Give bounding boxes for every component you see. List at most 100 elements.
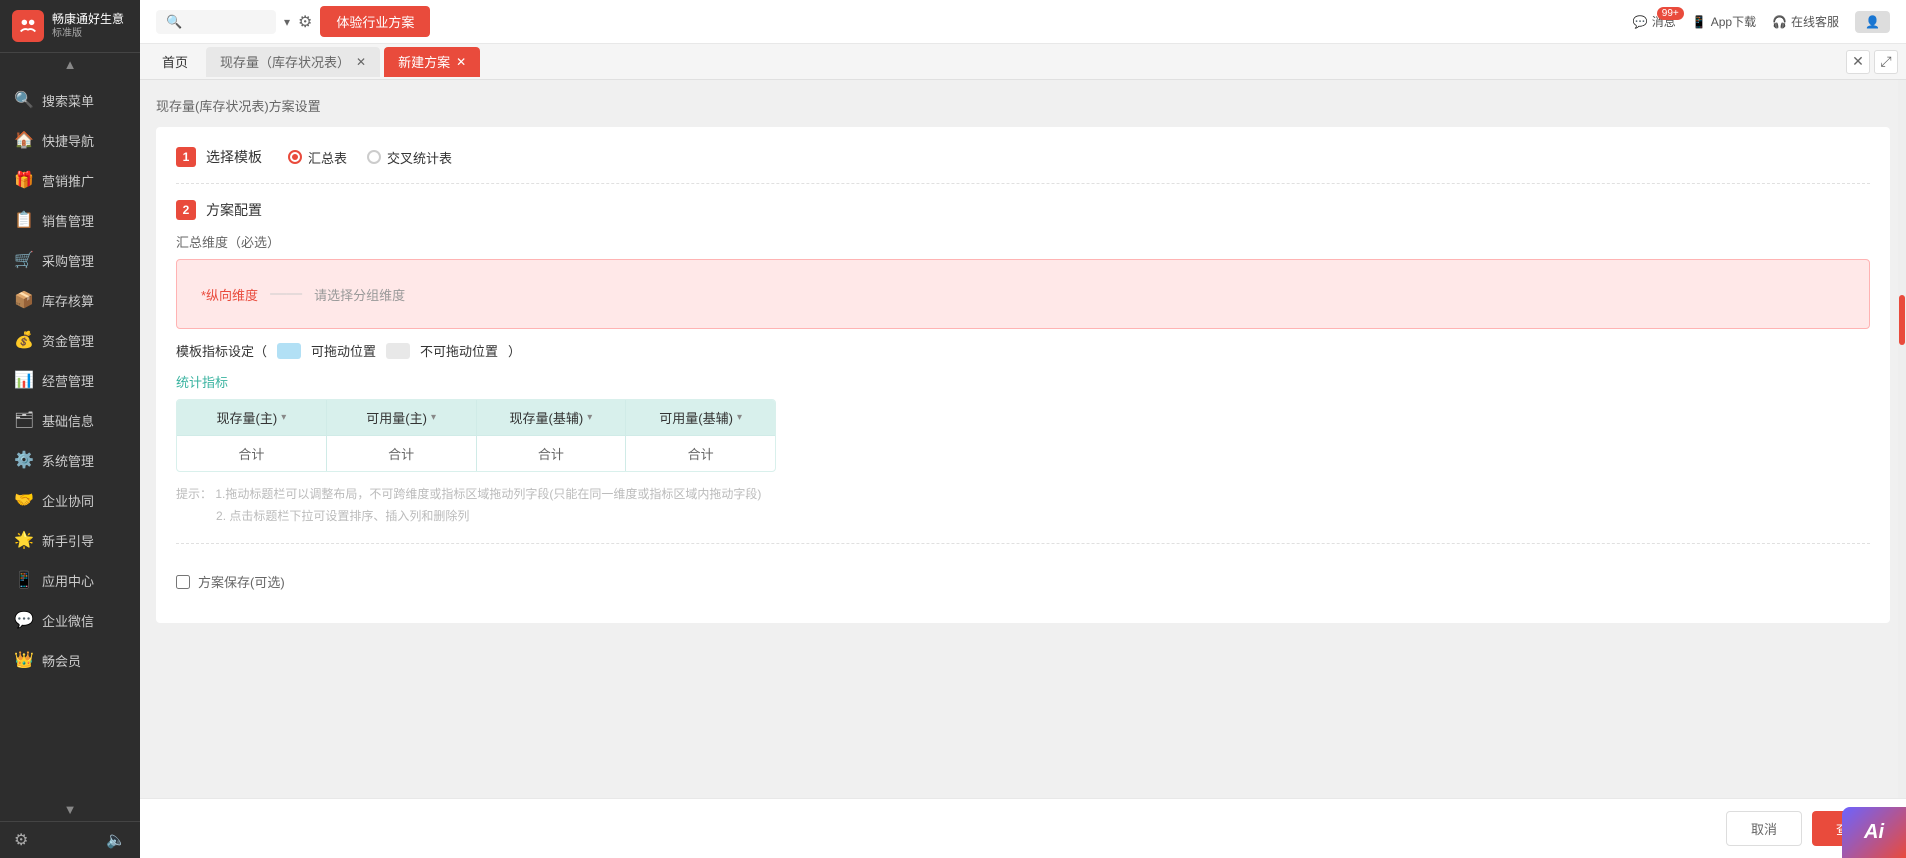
stats-col-3-label: 现存量(基辅) bbox=[510, 408, 584, 427]
step-divider bbox=[176, 183, 1870, 184]
sidebar-item-new-guide[interactable]: 🌟 新手引导 bbox=[0, 520, 140, 560]
logo-text: 畅康通好生意 标准版 bbox=[52, 12, 124, 41]
settings-icon[interactable]: ⚙ bbox=[14, 830, 28, 850]
stats-body-col-1: 合计 bbox=[177, 436, 327, 471]
message-badge: 99+ bbox=[1657, 7, 1684, 20]
stats-col-3-footer: 合计 bbox=[477, 436, 626, 471]
sidebar-item-finance[interactable]: 💰 资金管理 bbox=[0, 320, 140, 360]
sidebar-item-sales[interactable]: 📋 销售管理 bbox=[0, 200, 140, 240]
sidebar-item-inventory[interactable]: 📦 库存核算 bbox=[0, 280, 140, 320]
tab-new-plan[interactable]: 新建方案 ✕ bbox=[384, 47, 480, 77]
handshake-icon: 🤝 bbox=[14, 490, 34, 510]
tip2-text: 2. 点击标题栏下拉可设置排序、插入列和删除列 bbox=[216, 509, 469, 523]
app-download-button[interactable]: 📱 App下载 bbox=[1692, 13, 1756, 30]
tab-home[interactable]: 首页 bbox=[148, 46, 202, 77]
sidebar-item-wechat[interactable]: 💬 企业微信 bbox=[0, 600, 140, 640]
save-checkbox[interactable] bbox=[176, 575, 190, 589]
gift-icon: 🎁 bbox=[14, 170, 34, 190]
user-icon: 👤 bbox=[1865, 15, 1880, 29]
stats-col-1[interactable]: 现存量(主) ▾ bbox=[177, 400, 327, 436]
sidebar: 畅康通好生意 标准版 ▲ 🔍 搜索菜单 🏠 快捷导航 🎁 营销推广 📋 销售管理… bbox=[0, 0, 140, 858]
service-icon: 🎧 bbox=[1772, 15, 1787, 29]
stats-col-2-label: 可用量(主) bbox=[366, 408, 427, 427]
topbar-dropdown-icon[interactable]: ▾ bbox=[284, 15, 290, 29]
col1-chevron-icon[interactable]: ▾ bbox=[281, 412, 286, 423]
stats-col-4[interactable]: 可用量(基辅) ▾ bbox=[626, 400, 775, 436]
star-icon: 🌟 bbox=[14, 530, 34, 550]
gear-icon: ⚙️ bbox=[14, 450, 34, 470]
step1-section: 1 选择模板 汇总表 交叉统计表 bbox=[176, 147, 1870, 167]
sidebar-scroll-up[interactable]: ▲ bbox=[0, 53, 140, 76]
stats-col-1-label: 现存量(主) bbox=[217, 408, 278, 427]
draggable-label: 可拖动位置 bbox=[311, 341, 376, 360]
non-draggable-indicator-box bbox=[386, 343, 410, 359]
sidebar-item-search[interactable]: 🔍 搜索菜单 bbox=[0, 80, 140, 120]
topbar-search-input[interactable] bbox=[186, 15, 246, 29]
step1-number: 1 bbox=[176, 147, 196, 167]
sidebar-footer: ⚙ 🔈 bbox=[0, 821, 140, 858]
col4-chevron-icon[interactable]: ▾ bbox=[737, 412, 742, 423]
save-row: 方案保存(可选) bbox=[176, 560, 1870, 603]
sales-icon: 📋 bbox=[14, 210, 34, 230]
sidebar-logo: 畅康通好生意 标准版 bbox=[0, 0, 140, 53]
stats-col-3[interactable]: 现存量(基辅) ▾ bbox=[477, 400, 627, 436]
crown-icon: 👑 bbox=[14, 650, 34, 670]
message-button[interactable]: 💬 消息 99+ bbox=[1633, 13, 1676, 30]
right-scrollbar[interactable] bbox=[1898, 80, 1906, 798]
sidebar-scroll-down[interactable]: ▼ bbox=[0, 798, 140, 821]
topbar-gear-icon[interactable]: ⚙ bbox=[298, 12, 312, 32]
audio-icon[interactable]: 🔈 bbox=[106, 830, 126, 850]
topbar: 🔍 ▾ ⚙ 体验行业方案 💬 消息 99+ 📱 App下载 🎧 在线客服 👤 bbox=[140, 0, 1906, 44]
app-icon: 📱 bbox=[1692, 15, 1707, 29]
step2-number: 2 bbox=[176, 200, 196, 220]
page-title: 现存量(库存状况表)方案设置 bbox=[156, 96, 1890, 115]
stats-table-body: 合计 合计 合计 合计 bbox=[177, 436, 775, 471]
stats-col-4-label: 可用量(基辅) bbox=[659, 408, 733, 427]
sidebar-item-app-center[interactable]: 📱 应用中心 bbox=[0, 560, 140, 600]
dimension-label: 汇总维度（必选） bbox=[176, 232, 1870, 251]
ai-fab-button[interactable]: Ai bbox=[1842, 807, 1906, 858]
step1-title: 选择模板 bbox=[206, 147, 262, 167]
sidebar-item-marketing[interactable]: 🎁 营销推广 bbox=[0, 160, 140, 200]
step2-section: 2 方案配置 汇总维度（必选） *纵向维度 —— 请选择分组维度 模板指标设定（ bbox=[176, 200, 1870, 527]
stats-col-2[interactable]: 可用量(主) ▾ bbox=[327, 400, 477, 436]
online-service-button[interactable]: 🎧 在线客服 bbox=[1772, 13, 1839, 30]
panel-resize-button[interactable]: ⤢ bbox=[1874, 50, 1898, 74]
dimension-box[interactable]: *纵向维度 —— 请选择分组维度 bbox=[176, 259, 1870, 329]
topbar-search-box[interactable]: 🔍 bbox=[156, 10, 276, 34]
step2-title: 方案配置 bbox=[206, 200, 262, 220]
tab-inventory-close-icon[interactable]: ✕ bbox=[356, 55, 366, 69]
scrollbar-thumb[interactable] bbox=[1899, 295, 1905, 345]
user-avatar[interactable]: 👤 bbox=[1855, 11, 1890, 33]
sidebar-item-operations[interactable]: 📊 经营管理 bbox=[0, 360, 140, 400]
folder-icon: 🗂 bbox=[14, 410, 34, 430]
sidebar-nav: 🔍 搜索菜单 🏠 快捷导航 🎁 营销推广 📋 销售管理 🛒 采购管理 📦 库存核… bbox=[0, 76, 140, 798]
step1-header: 1 选择模板 汇总表 交叉统计表 bbox=[176, 147, 1870, 167]
tab-inventory-status[interactable]: 现存量（库存状况表） ✕ bbox=[206, 47, 380, 77]
radio-summary-circle bbox=[288, 150, 302, 164]
radio-summary[interactable]: 汇总表 bbox=[288, 148, 347, 167]
tab-new-plan-close-icon[interactable]: ✕ bbox=[456, 55, 466, 69]
topbar-right: 💬 消息 99+ 📱 App下载 🎧 在线客服 👤 bbox=[1633, 11, 1890, 33]
radio-cross[interactable]: 交叉统计表 bbox=[367, 148, 452, 167]
sidebar-item-system[interactable]: ⚙️ 系统管理 bbox=[0, 440, 140, 480]
stats-table-header: 现存量(主) ▾ 可用量(主) ▾ bbox=[177, 400, 775, 436]
stats-label: 统计指标 bbox=[176, 372, 1870, 391]
industry-plan-button[interactable]: 体验行业方案 bbox=[320, 6, 430, 37]
col3-chevron-icon[interactable]: ▾ bbox=[587, 412, 592, 423]
panel-close-button[interactable]: ✕ bbox=[1846, 50, 1870, 74]
content-area: 现存量(库存状况表)方案设置 1 选择模板 汇总表 交叉统计表 bbox=[140, 80, 1906, 798]
sidebar-item-enterprise[interactable]: 🤝 企业协同 bbox=[0, 480, 140, 520]
col2-chevron-icon[interactable]: ▾ bbox=[431, 412, 436, 423]
sidebar-item-quick-nav[interactable]: 🏠 快捷导航 bbox=[0, 120, 140, 160]
cancel-button[interactable]: 取消 bbox=[1726, 811, 1802, 846]
tip1-text: 1.拖动标题栏可以调整布局，不可跨维度或指标区域拖动列字段(只能在同一维度或指标… bbox=[215, 487, 761, 501]
sidebar-item-member[interactable]: 👑 畅会员 bbox=[0, 640, 140, 680]
tip2-spacer bbox=[176, 509, 213, 523]
indicator-row: 模板指标设定（ 可拖动位置 不可拖动位置 ） bbox=[176, 341, 1870, 360]
non-draggable-label: 不可拖动位置 bbox=[420, 341, 498, 360]
stats-body-col-3: 合计 bbox=[477, 436, 627, 471]
save-divider bbox=[176, 543, 1870, 544]
sidebar-item-base-info[interactable]: 🗂 基础信息 bbox=[0, 400, 140, 440]
sidebar-item-purchase[interactable]: 🛒 采购管理 bbox=[0, 240, 140, 280]
